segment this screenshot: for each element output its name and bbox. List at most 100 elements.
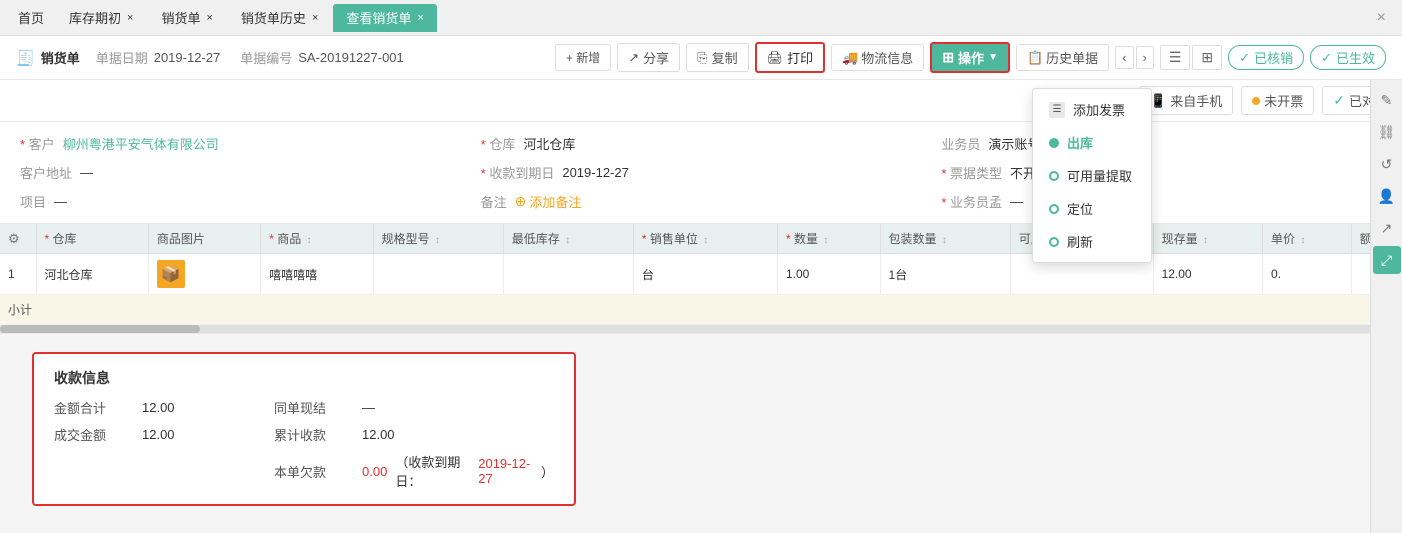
tab-sales-order[interactable]: 销货单 × (148, 4, 225, 32)
operate-dropdown-menu: ☰ 添加发票 出库 可用量提取 定位 刷新 (1032, 88, 1152, 263)
col-sales-unit: 销售单位 ↕ (633, 224, 777, 254)
outbound-label: 出库 (1067, 133, 1093, 152)
share-button[interactable]: ↗ 分享 (617, 43, 680, 72)
product-image: 📦 (157, 260, 185, 288)
col-settings[interactable]: ⚙ (0, 224, 36, 254)
new-button[interactable]: + 新增 (555, 44, 611, 71)
tab-inventory-init[interactable]: 库存期初 × (56, 4, 146, 32)
table-container: ⚙ 仓库 商品图片 商品 ↕ 规格型号 ↕ 最低库存 ↕ 销售单位 ↕ 数量 ↕… (0, 224, 1402, 334)
available-extract-label: 可用量提取 (1067, 166, 1132, 185)
add-note-label: 添加备注 (529, 192, 581, 211)
col-product: 商品 ↕ (261, 224, 373, 254)
tab-label: 库存期初 (69, 8, 121, 27)
menu-outbound[interactable]: 出库 (1033, 126, 1151, 159)
salesman-row: 业务员孟 — (941, 192, 1382, 211)
sidebar-expand-icon[interactable]: ⤢ (1373, 246, 1401, 274)
not-open-button[interactable]: 未开票 (1241, 86, 1314, 115)
window-close-icon[interactable]: × (1369, 9, 1394, 27)
total-amount-value: 12.00 (142, 400, 175, 415)
horizontal-scrollbar[interactable] (0, 325, 1402, 333)
copy-button[interactable]: ⎘ 复制 (686, 43, 748, 72)
customer-row: 客户 柳州粤港平安气体有限公司 (20, 134, 461, 153)
menu-add-invoice[interactable]: ☰ 添加发票 (1033, 93, 1151, 126)
table-header-row: ⚙ 仓库 商品图片 商品 ↕ 规格型号 ↕ 最低库存 ↕ 销售单位 ↕ 数量 ↕… (0, 224, 1402, 254)
due-date-value: 2019-12-27 (562, 165, 629, 180)
salesman-label: 业务员孟 (941, 192, 1002, 211)
menu-available-extract[interactable]: 可用量提取 (1033, 159, 1151, 192)
payment-info-title: 收款信息 (54, 368, 554, 388)
total-amount-label: 金额合计 (54, 398, 134, 417)
payment-info-panel: 收款信息 金额合计 12.00 同单现结 — 成交金额 12.00 累计收款 1… (32, 352, 576, 506)
customer-value[interactable]: 柳州粤港平安气体有限公司 (63, 134, 219, 153)
share-icon: ↗ (628, 50, 639, 66)
tab-check-sales[interactable]: 查看销货单 × (333, 4, 436, 32)
scroll-thumb[interactable] (0, 325, 200, 333)
note-row: 备注 ⊕ 添加备注 (481, 192, 922, 211)
settings-icon[interactable]: ⚙ (8, 231, 20, 246)
menu-locate[interactable]: 定位 (1033, 192, 1151, 225)
cell-product: 嘻嘻嘻嘻 (261, 254, 373, 295)
col-min-stock: 最低库存 ↕ (503, 224, 633, 254)
print-button[interactable]: 🖨 打印 (755, 42, 826, 73)
col-current-stock: 现存量 ↕ (1153, 224, 1262, 254)
effect-label: 已生效 (1336, 48, 1375, 67)
menu-refresh[interactable]: 刷新 (1033, 225, 1151, 258)
operate-button[interactable]: ⊞ 操作 ▼ (930, 42, 1010, 73)
sidebar-user-icon[interactable]: 👤 (1373, 182, 1401, 210)
due-date-row: 收款到期日 2019-12-27 (481, 163, 922, 182)
table-row: 1 河北仓库 📦 嘻嘻嘻嘻 台 1.00 1台 12.00 0. (0, 254, 1402, 295)
due-date-label: 收款到期日 (481, 163, 555, 182)
col-unit-price: 单价 ↕ (1263, 224, 1352, 254)
list-view-button[interactable]: ☰ (1160, 45, 1191, 70)
view-buttons: ☰ ⊞ (1160, 45, 1222, 70)
sidebar-link-icon[interactable]: ⛓ (1373, 118, 1401, 146)
doc-date-value: 2019-12-27 (154, 50, 221, 65)
tab-sales-history[interactable]: 销货单历史 × (228, 4, 331, 32)
close-icon[interactable]: × (127, 12, 133, 24)
address-row: 客户地址 — (20, 163, 461, 182)
nav-prev-button[interactable]: ‹ (1115, 46, 1133, 69)
col-product-img: 商品图片 (148, 224, 260, 254)
close-icon[interactable]: × (417, 12, 423, 24)
address-value: — (80, 165, 93, 180)
doc-number-value: SA-20191227-001 (298, 50, 404, 65)
cell-quantity: 1.00 (777, 254, 880, 295)
warehouse-row: 仓库 河北仓库 (481, 134, 922, 153)
not-open-label: 未开票 (1264, 91, 1303, 110)
truck-icon: 🚚 (842, 50, 858, 66)
grid-view-button[interactable]: ⊞ (1192, 45, 1222, 70)
doc-type-label: 销货单 (41, 48, 80, 67)
close-icon[interactable]: × (206, 12, 212, 24)
subtotal-label: 小计 (0, 295, 1402, 325)
from-phone-button[interactable]: 📱 来自手机 (1139, 86, 1233, 115)
col-spec: 规格型号 ↕ (373, 224, 503, 254)
locate-dot-icon (1049, 204, 1059, 214)
accumulated-value: 12.00 (362, 427, 395, 442)
nav-next-button[interactable]: › (1136, 46, 1154, 69)
tab-home[interactable]: 首页 (8, 8, 54, 27)
history-button[interactable]: 📋 历史单据 (1016, 44, 1109, 71)
logistics-label: 物流信息 (861, 48, 913, 67)
add-invoice-label: 添加发票 (1073, 100, 1125, 119)
sidebar-export-icon[interactable]: ↗ (1373, 214, 1401, 242)
refresh-dot-icon (1049, 237, 1059, 247)
logistics-button[interactable]: 🚚 物流信息 (831, 44, 924, 71)
deal-amount-label: 成交金额 (54, 425, 134, 444)
locate-label: 定位 (1067, 199, 1093, 218)
warehouse-value: 河北仓库 (523, 134, 575, 153)
project-row: 项目 — (20, 192, 461, 211)
sidebar-edit-icon[interactable]: ✎ (1373, 86, 1401, 114)
close-icon[interactable]: × (312, 12, 318, 24)
cancel-status-badge: ✓ 已核销 (1228, 45, 1304, 70)
warehouse-label: 仓库 (481, 134, 516, 153)
cell-sales-unit: 台 (633, 254, 777, 295)
add-note-button[interactable]: ⊕ 添加备注 (515, 192, 582, 211)
note-label: 备注 (481, 192, 507, 211)
project-label: 项目 (20, 192, 46, 211)
cell-product-img: 📦 (148, 254, 260, 295)
sales-order-icon: 🧾 (16, 49, 35, 67)
cell-warehouse: 河北仓库 (36, 254, 148, 295)
tab-bar: 首页 库存期初 × 销货单 × 销货单历史 × 查看销货单 × × (0, 0, 1402, 36)
doc-date-label: 单据日期 (96, 48, 148, 67)
sidebar-refresh-icon[interactable]: ↺ (1373, 150, 1401, 178)
